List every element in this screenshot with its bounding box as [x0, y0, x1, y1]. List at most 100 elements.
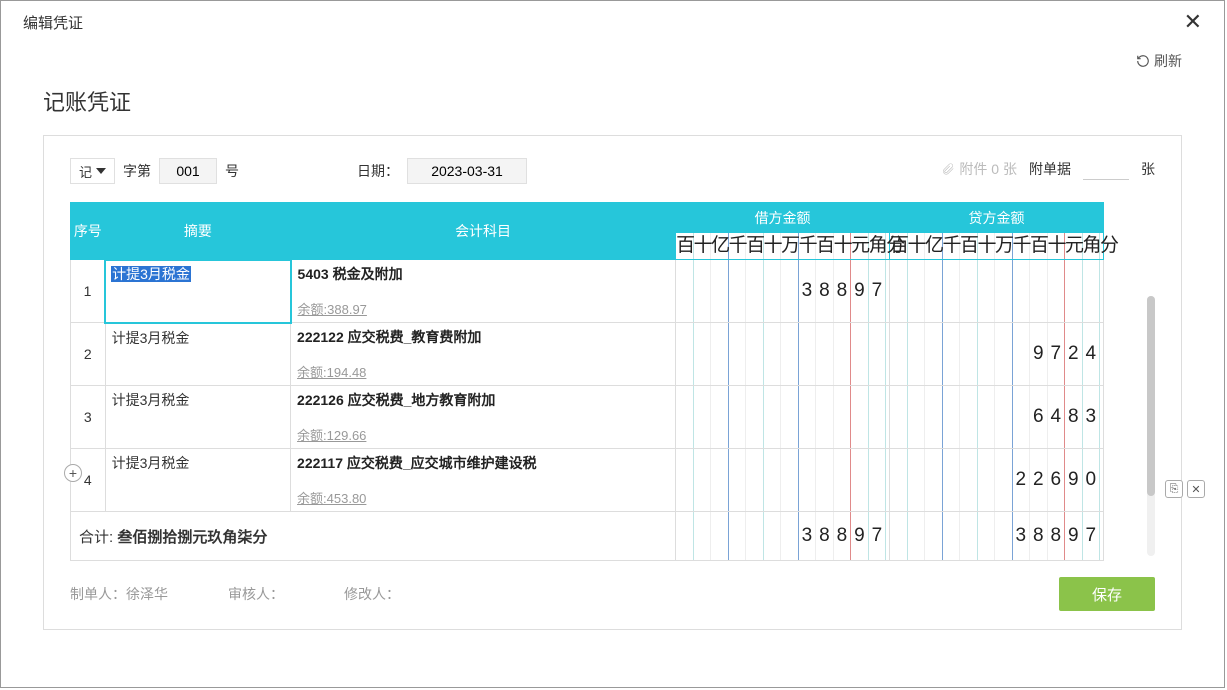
voucher-number-input[interactable]: [159, 158, 217, 184]
date-label: 日期：: [355, 161, 401, 181]
digit-cell: 千: [799, 233, 817, 259]
digit-cell: 亿: [925, 233, 943, 259]
digit-cell: [978, 323, 996, 385]
summary-cell[interactable]: 计提3月税金: [105, 449, 290, 512]
digit-cell: [781, 260, 799, 322]
account-cell[interactable]: 222126 应交税费_地方教育附加余额:129.66: [291, 386, 676, 449]
summary-cell[interactable]: 计提3月税金: [105, 386, 290, 449]
digit-cell: [711, 260, 729, 322]
credit-amount[interactable]: 6483: [890, 386, 1104, 449]
digit-cell: [908, 323, 926, 385]
digit-cell: 9: [851, 512, 869, 560]
digit-cell: 7: [869, 260, 887, 322]
credit-amount[interactable]: 22690: [890, 449, 1104, 512]
account-cell[interactable]: 222117 应交税费_应交城市维护建设税余额:453.80: [291, 449, 676, 512]
date-input[interactable]: [407, 158, 527, 184]
account-cell[interactable]: 222122 应交税费_教育费附加余额:194.48: [291, 323, 676, 386]
refresh-button[interactable]: 刷新: [1136, 51, 1182, 71]
debit-amount[interactable]: 38897: [676, 260, 890, 323]
digit-cell: 元: [851, 233, 869, 259]
debit-amount[interactable]: [676, 449, 890, 512]
auditor-label: 审核人：: [228, 584, 284, 604]
digit-cell: 十: [764, 233, 782, 259]
add-row-button[interactable]: +: [64, 464, 82, 482]
digit-cell: 角: [1083, 233, 1101, 259]
digit-cell: [781, 449, 799, 511]
digit-cell: [1100, 449, 1118, 511]
col-header-account: 会计科目: [291, 203, 676, 260]
digit-cell: [834, 386, 852, 448]
digit-cell: [995, 512, 1013, 560]
digit-cell: [960, 449, 978, 511]
digit-cell: [694, 512, 712, 560]
digit-cell: [890, 323, 908, 385]
digit-cell: [960, 260, 978, 322]
digit-cell: 4: [1083, 323, 1101, 385]
digit-cell: [995, 386, 1013, 448]
digit-cell: [869, 323, 887, 385]
digit-cell: [746, 449, 764, 511]
digit-cell: [851, 386, 869, 448]
account-cell[interactable]: 5403 税金及附加余额:388.97: [291, 260, 676, 323]
digit-cell: [890, 449, 908, 511]
digit-cell: [995, 260, 1013, 322]
digit-cell: [995, 449, 1013, 511]
delete-row-button[interactable]: ✕: [1187, 480, 1205, 498]
copy-row-button[interactable]: ⎘: [1165, 480, 1183, 498]
digit-cell: [676, 449, 694, 511]
page-title: 记账凭证: [43, 85, 1182, 117]
digit-cell: 十: [834, 233, 852, 259]
save-button[interactable]: 保存: [1059, 577, 1155, 611]
digit-cell: 百: [816, 233, 834, 259]
vertical-scrollbar[interactable]: [1147, 296, 1155, 556]
digit-cell: [764, 386, 782, 448]
digit-cell: [925, 512, 943, 560]
digit-cell: 十: [1048, 233, 1066, 259]
credit-amount[interactable]: 9724: [890, 323, 1104, 386]
digit-cell: 角: [869, 233, 887, 259]
digit-cell: 分: [1100, 233, 1118, 259]
attachment-link[interactable]: 附件 0 张: [941, 159, 1017, 179]
attach-count-input[interactable]: [1083, 158, 1129, 180]
digit-cell: [925, 386, 943, 448]
digit-cell: [851, 323, 869, 385]
digit-cell: [1083, 260, 1101, 322]
digit-cell: 十: [908, 233, 926, 259]
digit-cell: [908, 512, 926, 560]
close-icon[interactable]: ✕: [1178, 11, 1208, 33]
digit-cell: [960, 512, 978, 560]
credit-amount[interactable]: [890, 260, 1104, 323]
digit-cell: [943, 323, 961, 385]
digit-cell: [908, 449, 926, 511]
digit-cell: [890, 512, 908, 560]
digit-cell: 8: [816, 512, 834, 560]
hao-label: 号: [223, 161, 241, 181]
digit-cell: [1013, 386, 1031, 448]
digit-cell: [711, 323, 729, 385]
digit-cell: 十: [694, 233, 712, 259]
summary-cell[interactable]: 计提3月税金: [105, 260, 290, 323]
digit-cell: [1048, 260, 1066, 322]
digit-cell: [943, 386, 961, 448]
summary-cell[interactable]: 计提3月税金: [105, 323, 290, 386]
digit-cell: 千: [729, 233, 747, 259]
chevron-down-icon: [96, 168, 106, 174]
debit-amount[interactable]: [676, 386, 890, 449]
digit-cell: 4: [1048, 386, 1066, 448]
digit-cell: [746, 386, 764, 448]
debit-amount[interactable]: [676, 323, 890, 386]
digit-cell: [1013, 323, 1031, 385]
digit-cell: 3: [799, 260, 817, 322]
digit-cell: [1030, 260, 1048, 322]
digit-cell: 0: [1083, 449, 1101, 511]
col-header-credit: 贷方金额: [890, 203, 1104, 233]
digit-cell: 9: [851, 260, 869, 322]
digit-cell: [799, 323, 817, 385]
voucher-type-select[interactable]: 记: [70, 158, 115, 184]
digit-cell: 9: [1030, 323, 1048, 385]
digit-cell: [995, 323, 1013, 385]
digit-cell: [1013, 260, 1031, 322]
digit-cell: 百: [960, 233, 978, 259]
digit-cell: 2: [1030, 449, 1048, 511]
modal-title: 编辑凭证: [23, 12, 83, 33]
